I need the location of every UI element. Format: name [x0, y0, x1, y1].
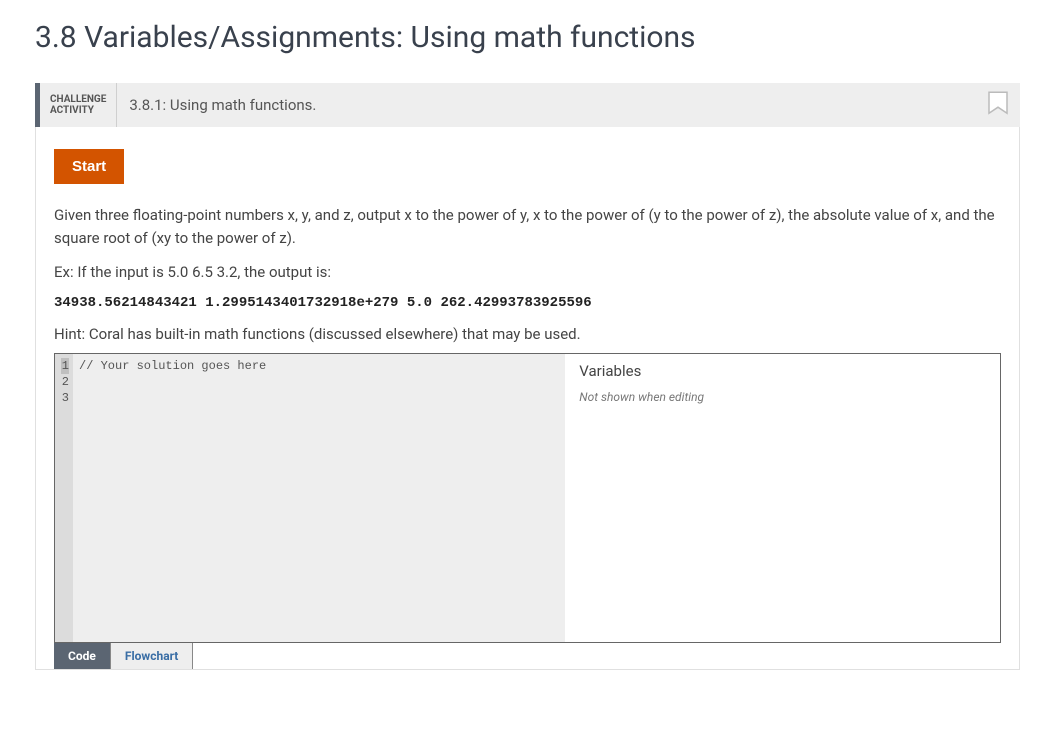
activity-body: Start Given three floating-point numbers…	[35, 127, 1020, 670]
tab-code[interactable]: Code	[54, 643, 111, 669]
gutter-line: 3	[61, 390, 69, 406]
activity-label-line2: ACTIVITY	[50, 105, 106, 117]
code-lines[interactable]: // Your solution goes here	[73, 354, 272, 642]
bookmark-icon[interactable]	[988, 91, 1008, 121]
code-editor[interactable]: 1 2 3 // Your solution goes here	[55, 354, 565, 642]
gutter-line: 2	[61, 374, 69, 390]
tab-flowchart[interactable]: Flowchart	[111, 643, 194, 669]
activity-title: 3.8.1: Using math functions.	[117, 83, 316, 127]
activity-type-label: CHALLENGE ACTIVITY	[40, 83, 117, 127]
page-title: 3.8 Variables/Assignments: Using math fu…	[35, 20, 1020, 55]
activity-header: CHALLENGE ACTIVITY 3.8.1: Using math fun…	[35, 83, 1020, 127]
variables-note: Not shown when editing	[579, 390, 986, 404]
line-gutter: 1 2 3	[55, 354, 73, 642]
problem-description: Given three floating-point numbers x, y,…	[54, 204, 1001, 249]
variables-title: Variables	[579, 362, 986, 380]
activity-label-line1: CHALLENGE	[50, 94, 106, 106]
start-button[interactable]: Start	[54, 149, 124, 184]
example-label: Ex: If the input is 5.0 6.5 3.2, the out…	[54, 263, 1001, 281]
editor-container: 1 2 3 // Your solution goes here Variabl…	[54, 353, 1001, 643]
hint-text: Hint: Coral has built-in math functions …	[54, 325, 1001, 343]
editor-tabs: Code Flowchart	[54, 643, 1001, 669]
variables-panel: Variables Not shown when editing	[565, 354, 1000, 642]
gutter-line: 1	[61, 358, 69, 374]
code-line: // Your solution goes here	[79, 358, 266, 374]
example-output: 34938.56214843421 1.2995143401732918e+27…	[54, 295, 1001, 311]
